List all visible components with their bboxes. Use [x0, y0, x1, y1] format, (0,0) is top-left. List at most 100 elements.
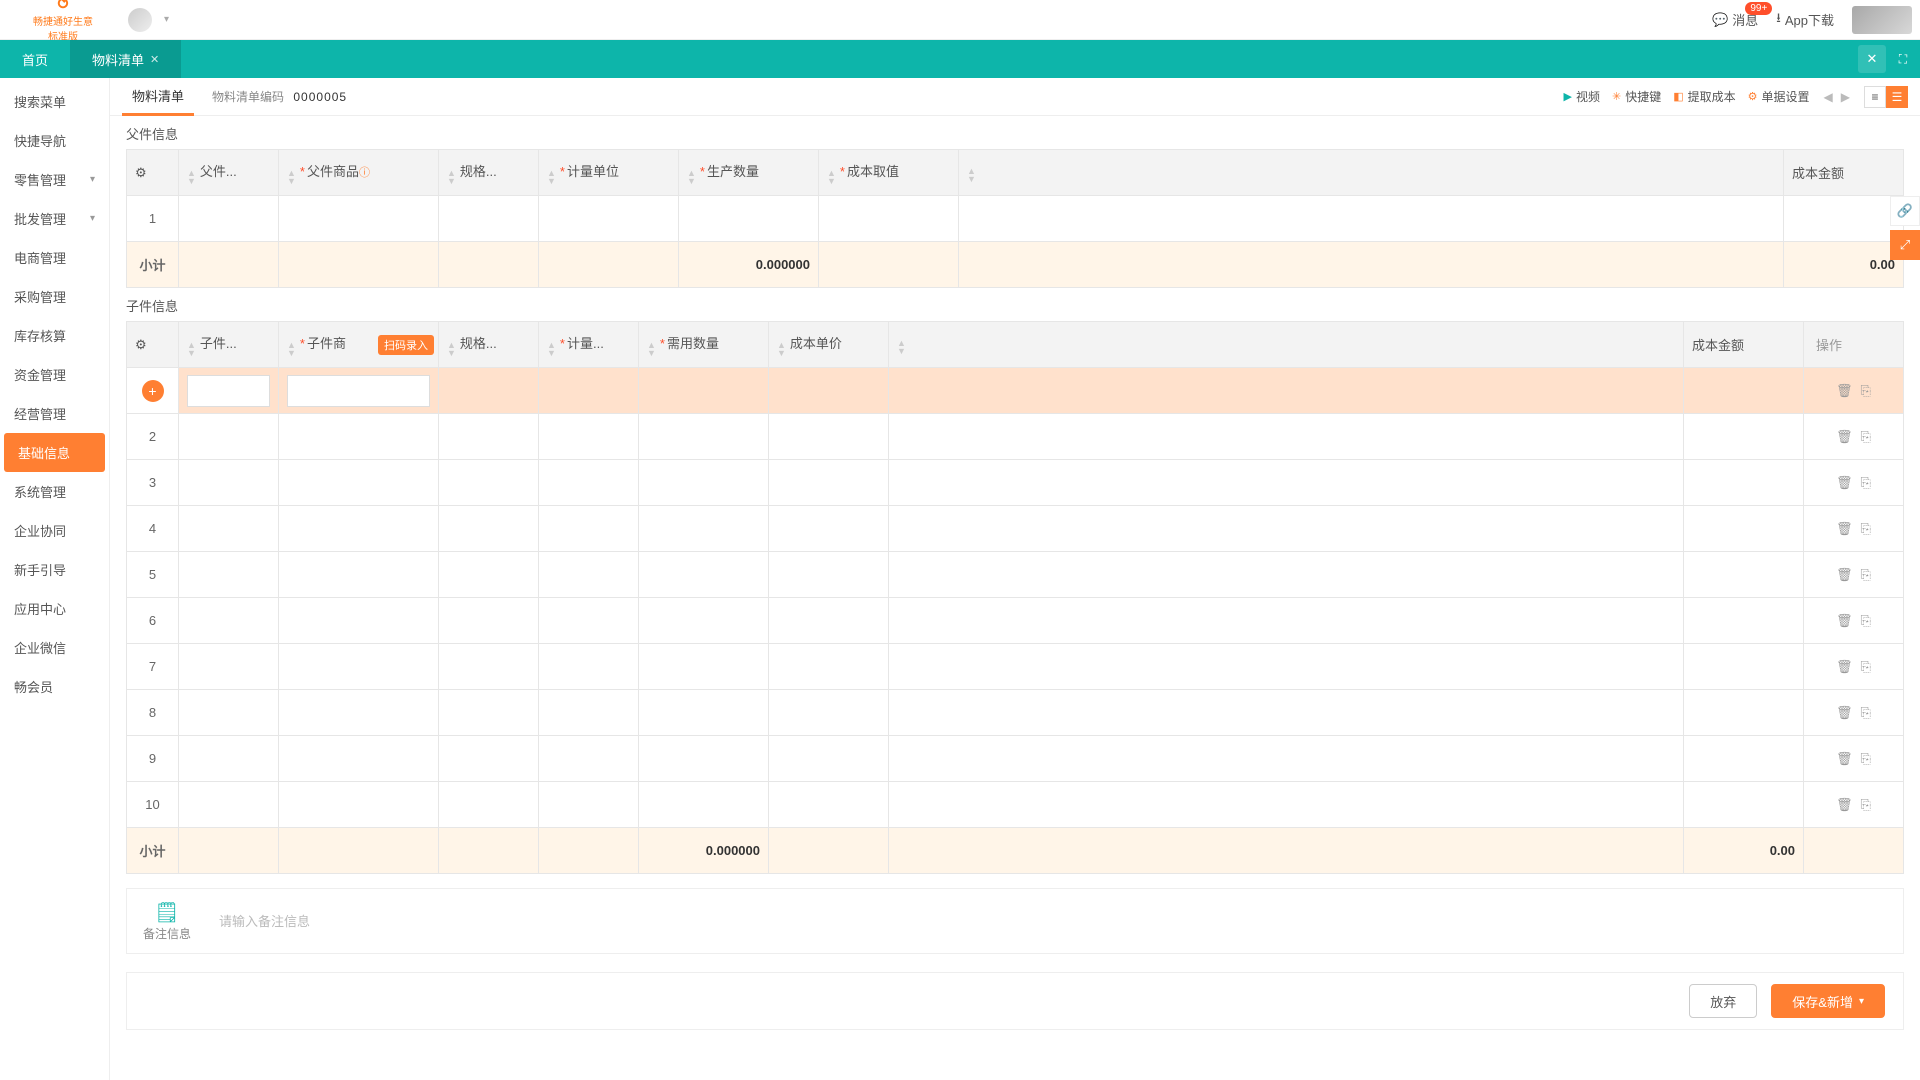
sidebar-item[interactable]: 经营管理 [0, 394, 109, 433]
remark-input[interactable] [207, 914, 1903, 929]
document-title-tab[interactable]: 物料清单 [122, 78, 194, 116]
video-label: 视频 [1576, 88, 1600, 105]
next-record-button[interactable]: ▶ [1839, 90, 1852, 104]
tab-bom[interactable]: 物料清单 ✕ [70, 40, 181, 78]
row-index: 8 [127, 690, 179, 736]
row-index: 1 [127, 196, 179, 242]
copy-row-icon[interactable]: ⎘ [1861, 383, 1871, 398]
sidebar-item[interactable]: 系统管理 [0, 472, 109, 511]
col-child-qty[interactable]: ▲▼*需用数量 [639, 322, 769, 368]
copy-row-icon[interactable]: ⎘ [1861, 659, 1871, 674]
col-parent-costamt[interactable]: 成本金额 [1784, 150, 1904, 196]
col-parent-product[interactable]: ▲▼*父件商品ⓘ [279, 150, 439, 196]
sidebar-item[interactable]: 电商管理 [0, 238, 109, 277]
table-row[interactable]: 1 [127, 196, 1904, 242]
fullscreen-toggle[interactable]: ⛶ [1894, 50, 1912, 68]
scan-entry-button[interactable]: 扫码录入 [378, 335, 434, 355]
copy-row-icon[interactable]: ⎘ [1861, 521, 1871, 536]
sidebar-item[interactable]: 应用中心 [0, 589, 109, 628]
col-child-unitcost[interactable]: ▲▼成本单价 [769, 322, 889, 368]
delete-row-icon[interactable]: 🗑 [1836, 475, 1853, 490]
add-row-button[interactable]: + [142, 380, 164, 402]
table-row[interactable]: 9🗑⎘ [127, 736, 1904, 782]
col-parent-unit[interactable]: ▲▼*计量单位 [539, 150, 679, 196]
copy-row-icon[interactable]: ⎘ [1861, 613, 1871, 628]
copy-row-icon[interactable]: ⎘ [1861, 567, 1871, 582]
col-child-spec[interactable]: ▲▼规格... [439, 322, 539, 368]
delete-row-icon[interactable]: 🗑 [1836, 429, 1853, 444]
sidebar-item[interactable]: 采购管理 [0, 277, 109, 316]
delete-row-icon[interactable]: 🗑 [1836, 521, 1853, 536]
form-view-button[interactable]: ☰ [1886, 86, 1908, 108]
table-row[interactable]: 8 🗑 ⎘ [127, 690, 1904, 736]
copy-row-icon[interactable]: ⎘ [1861, 475, 1871, 490]
copy-row-icon[interactable]: ⎘ [1861, 797, 1871, 812]
child-product-input[interactable] [287, 375, 430, 407]
col-child-costamt[interactable]: 成本金额 [1684, 322, 1804, 368]
document-code-value: 0000005 [293, 90, 347, 104]
sidebar-item[interactable]: 批发管理▾ [0, 199, 109, 238]
table-row[interactable]: 5🗑⎘ [127, 552, 1904, 598]
delete-row-icon[interactable]: 🗑 [1836, 383, 1853, 398]
doc-settings-button[interactable]: ⚙单据设置 [1748, 88, 1810, 105]
close-icon[interactable]: ✕ [150, 53, 159, 66]
table-row[interactable]: 3🗑⎘ [127, 460, 1904, 506]
extract-cost-button[interactable]: ◧提取成本 [1673, 88, 1735, 105]
table-row[interactable]: + 🗑 ⎘ [127, 368, 1904, 414]
copy-row-icon[interactable]: ⎘ [1861, 429, 1871, 444]
child-code-input[interactable] [187, 375, 270, 407]
sidebar-item[interactable]: 库存核算 [0, 316, 109, 355]
discard-button[interactable]: 放弃 [1689, 984, 1757, 1018]
expand-button[interactable]: ⤢ [1890, 230, 1920, 260]
sidebar-item[interactable]: 零售管理▾ [0, 160, 109, 199]
table-row[interactable]: 2🗑⎘ [127, 414, 1904, 460]
gear-icon[interactable]: ⚙ [135, 337, 147, 352]
save-and-new-button[interactable]: 保存&新增▾ [1771, 984, 1885, 1018]
prev-record-button[interactable]: ◀ [1822, 90, 1835, 104]
col-parent-spec[interactable]: ▲▼规格... [439, 150, 539, 196]
attachment-button[interactable]: 🔗 [1890, 196, 1920, 226]
table-row[interactable]: 4🗑⎘ [127, 506, 1904, 552]
parent-subtotal-amt: 0.00 [1784, 242, 1904, 288]
sidebar-item[interactable]: 搜索菜单 [0, 82, 109, 121]
sidebar-item[interactable]: 基础信息 [4, 433, 105, 472]
table-row[interactable]: 7🗑⎘ [127, 644, 1904, 690]
tenant-switcher[interactable]: ▾ [128, 8, 169, 32]
delete-row-icon[interactable]: 🗑 [1836, 659, 1853, 674]
col-child-code[interactable]: ▲▼子件... [179, 322, 279, 368]
delete-row-icon[interactable]: 🗑 [1836, 613, 1853, 628]
sidebar-item[interactable]: 资金管理 [0, 355, 109, 394]
delete-row-icon[interactable]: 🗑 [1836, 797, 1853, 812]
table-row[interactable]: 10🗑⎘ [127, 782, 1904, 828]
tab-home[interactable]: 首页 [0, 40, 70, 78]
sidebar-item[interactable]: 企业协同 [0, 511, 109, 550]
delete-row-icon[interactable]: 🗑 [1836, 751, 1853, 766]
col-child-unit[interactable]: ▲▼*计量... [539, 322, 639, 368]
copy-row-icon[interactable]: ⎘ [1861, 705, 1871, 720]
parent-grid: ⚙ ▲▼父件... ▲▼*父件商品ⓘ ▲▼规格... ▲▼*计量单位 ▲▼*生产… [126, 149, 1904, 288]
gear-icon[interactable]: ⚙ [135, 165, 147, 180]
sidebar-item[interactable]: 畅会员 [0, 667, 109, 706]
messages-button[interactable]: 💬 消息 99+ [1712, 10, 1758, 29]
delete-row-icon[interactable]: 🗑 [1836, 705, 1853, 720]
delete-row-icon[interactable]: 🗑 [1836, 567, 1853, 582]
child-section: 子件信息 ⚙ ▲▼子件... ▲▼*子件商扫码录入 ▲▼规格... ▲▼*计量.… [110, 288, 1920, 874]
list-view-button[interactable]: ≡ [1864, 86, 1886, 108]
col-parent-costsrc[interactable]: ▲▼*成本取值 [819, 150, 959, 196]
sidebar-item[interactable]: 快捷导航 [0, 121, 109, 160]
help-icon[interactable]: ⓘ [359, 167, 370, 179]
col-child-product[interactable]: ▲▼*子件商扫码录入 [279, 322, 439, 368]
hotkey-button[interactable]: ✳快捷键 [1612, 88, 1661, 105]
hotkey-label: 快捷键 [1625, 88, 1661, 105]
sidebar-item[interactable]: 企业微信 [0, 628, 109, 667]
video-help-button[interactable]: ▶视频 [1564, 88, 1600, 105]
close-all-tabs-button[interactable]: ✕ [1858, 45, 1886, 73]
col-parent-code[interactable]: ▲▼父件... [179, 150, 279, 196]
sidebar-item[interactable]: 新手引导 [0, 550, 109, 589]
copy-row-icon[interactable]: ⎘ [1861, 751, 1871, 766]
table-row[interactable]: 6🗑⎘ [127, 598, 1904, 644]
app-download-button[interactable]: ⭳ App下载 [1776, 9, 1834, 31]
user-avatar[interactable] [1852, 6, 1912, 34]
col-parent-qty[interactable]: ▲▼*生产数量 [679, 150, 819, 196]
chat-icon: 💬 [1712, 12, 1728, 28]
